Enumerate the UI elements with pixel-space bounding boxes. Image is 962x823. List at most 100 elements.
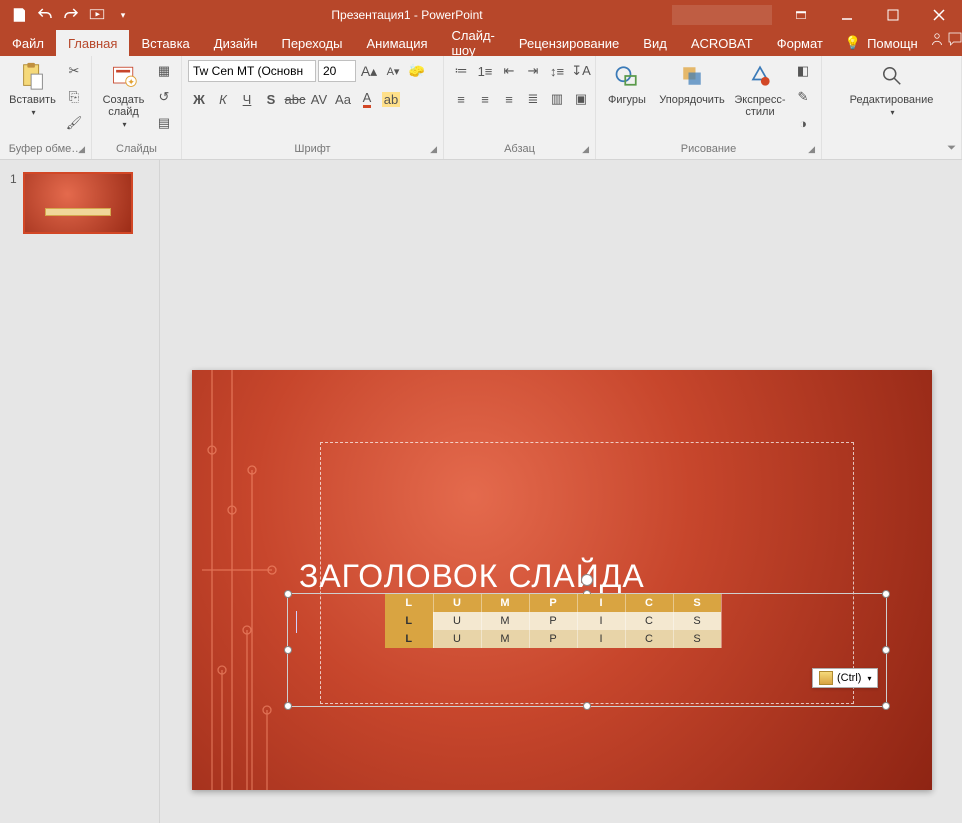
slide-title[interactable]: ЗАГОЛОВОК СЛАЙДА	[299, 558, 645, 595]
chevron-down-icon: ▾	[122, 120, 126, 129]
align-center-icon[interactable]: ≡	[474, 88, 496, 110]
tab-animation[interactable]: Анимация	[354, 30, 439, 56]
align-left-icon[interactable]: ≡	[450, 88, 472, 110]
resize-handle[interactable]	[882, 702, 890, 710]
slide-thumbnails: 1	[0, 160, 160, 823]
resize-handle[interactable]	[882, 646, 890, 654]
tab-file[interactable]: Файл	[0, 30, 56, 56]
drawing-launcher-icon[interactable]: ◢	[808, 144, 815, 155]
workspace: 1 ЗАГОЛОВОК СЛАЙДА	[0, 160, 962, 823]
change-case-icon[interactable]: Aa	[332, 88, 354, 110]
tab-home[interactable]: Главная	[56, 30, 129, 56]
resize-handle[interactable]	[284, 702, 292, 710]
highlight-icon[interactable]: ab	[380, 88, 402, 110]
arrange-button[interactable]: Упорядочить	[656, 60, 728, 106]
paste-options-label: (Ctrl)	[837, 672, 861, 684]
paste-button[interactable]: Вставить ▾	[6, 60, 59, 117]
shapes-button[interactable]: Фигуры	[602, 60, 652, 106]
pasted-table[interactable]: L U M P I C S L U M P I C S	[385, 594, 722, 648]
columns-icon[interactable]: ▥	[546, 88, 568, 110]
start-from-beginning-icon[interactable]	[88, 6, 106, 24]
quick-styles-icon	[744, 60, 776, 92]
resize-handle[interactable]	[284, 646, 292, 654]
user-badge[interactable]	[672, 5, 772, 25]
tab-acrobat[interactable]: ACROBAT	[679, 30, 765, 56]
slide-canvas[interactable]: ЗАГОЛОВОК СЛАЙДА L U M P	[192, 370, 932, 790]
tell-me-label: Помощн	[867, 36, 918, 51]
redo-icon[interactable]	[62, 6, 80, 24]
format-painter-icon[interactable]: 🖌	[63, 112, 85, 134]
reset-icon[interactable]: ↺	[153, 86, 175, 108]
ribbon-display-icon[interactable]	[778, 0, 824, 30]
comments-icon[interactable]	[946, 30, 962, 56]
minimize-icon[interactable]	[824, 0, 870, 30]
window-controls	[778, 0, 962, 30]
new-slide-button[interactable]: ✦ Создать слайд ▾	[98, 60, 149, 129]
line-spacing-icon[interactable]: ↕≡	[546, 60, 568, 82]
maximize-icon[interactable]	[870, 0, 916, 30]
tab-view[interactable]: Вид	[631, 30, 679, 56]
numbering-icon[interactable]: 1≡	[474, 60, 496, 82]
tab-review[interactable]: Рецензирование	[507, 30, 631, 56]
decrease-font-icon[interactable]: A▾	[382, 60, 404, 82]
tab-insert[interactable]: Вставка	[129, 30, 201, 56]
font-size-input[interactable]	[318, 60, 356, 82]
smartart-icon[interactable]: ▣	[570, 88, 592, 110]
tell-me[interactable]: 💡 Помощн	[835, 30, 928, 56]
cut-icon[interactable]: ✂	[63, 60, 85, 82]
tab-slideshow[interactable]: Слайд-шоу	[440, 30, 507, 56]
tab-format[interactable]: Формат	[765, 30, 835, 56]
character-spacing-icon[interactable]: AV	[308, 88, 330, 110]
group-clipboard-label: Буфер обме…	[9, 143, 83, 155]
collapse-ribbon-icon[interactable]: ⏷	[947, 142, 956, 155]
group-editing: Редактирование ▾	[822, 56, 962, 159]
shadow-icon[interactable]: S	[260, 88, 282, 110]
tab-transitions[interactable]: Переходы	[269, 30, 354, 56]
copy-icon[interactable]: ⎘	[63, 86, 85, 108]
align-right-icon[interactable]: ≡	[498, 88, 520, 110]
strikethrough-icon[interactable]: abc	[284, 88, 306, 110]
bold-icon[interactable]: Ж	[188, 88, 210, 110]
font-launcher-icon[interactable]: ◢	[430, 144, 437, 155]
new-slide-icon: ✦	[108, 60, 140, 92]
section-icon[interactable]: ▤	[153, 112, 175, 134]
find-icon	[876, 60, 908, 92]
text-direction-icon[interactable]: ↧A	[570, 60, 592, 82]
italic-icon[interactable]: К	[212, 88, 234, 110]
quick-styles-button[interactable]: Экспресс- стили	[732, 60, 788, 118]
resize-handle[interactable]	[882, 590, 890, 598]
bullets-icon[interactable]: ≔	[450, 60, 472, 82]
layout-icon[interactable]: ▦	[153, 60, 175, 82]
shape-fill-icon[interactable]: ◧	[792, 60, 814, 82]
clear-formatting-icon[interactable]: 🧽	[406, 60, 428, 82]
shape-outline-icon[interactable]: ✎	[792, 86, 814, 108]
justify-icon[interactable]: ≣	[522, 88, 544, 110]
shape-effects-icon[interactable]: ◑	[792, 112, 814, 134]
rotate-handle-icon[interactable]	[581, 574, 593, 586]
decrease-indent-icon[interactable]: ⇤	[498, 60, 520, 82]
resize-handle[interactable]	[583, 702, 591, 710]
editing-button[interactable]: Редактирование ▾	[847, 60, 937, 117]
font-name-input[interactable]	[188, 60, 316, 82]
close-icon[interactable]	[916, 0, 962, 30]
underline-icon[interactable]: Ч	[236, 88, 258, 110]
font-color-icon[interactable]: A	[356, 88, 378, 110]
text-cursor	[296, 611, 297, 633]
share-icon[interactable]	[928, 30, 946, 56]
clipboard-launcher-icon[interactable]: ◢	[78, 144, 85, 155]
table-row: L U M P I C S	[385, 630, 721, 648]
slide-editor[interactable]: ЗАГОЛОВОК СЛАЙДА L U M P	[160, 160, 962, 823]
tab-design[interactable]: Дизайн	[202, 30, 270, 56]
undo-icon[interactable]	[36, 6, 54, 24]
qat-more-icon[interactable]: ▾	[114, 6, 132, 24]
paragraph-launcher-icon[interactable]: ◢	[582, 144, 589, 155]
resize-handle[interactable]	[284, 590, 292, 598]
paste-options-button[interactable]: (Ctrl) ▾	[812, 668, 878, 688]
save-icon[interactable]	[10, 6, 28, 24]
group-paragraph: ≔ 1≡ ⇤ ⇥ ↕≡ ↧A ≡ ≡ ≡ ≣ ▥ ▣ Абзац◢	[444, 56, 596, 159]
increase-indent-icon[interactable]: ⇥	[522, 60, 544, 82]
increase-font-icon[interactable]: A▴	[358, 60, 380, 82]
quick-styles-label: Экспресс- стили	[734, 94, 785, 118]
clipboard-icon	[819, 671, 833, 685]
slide-thumbnail-1[interactable]	[23, 172, 133, 234]
